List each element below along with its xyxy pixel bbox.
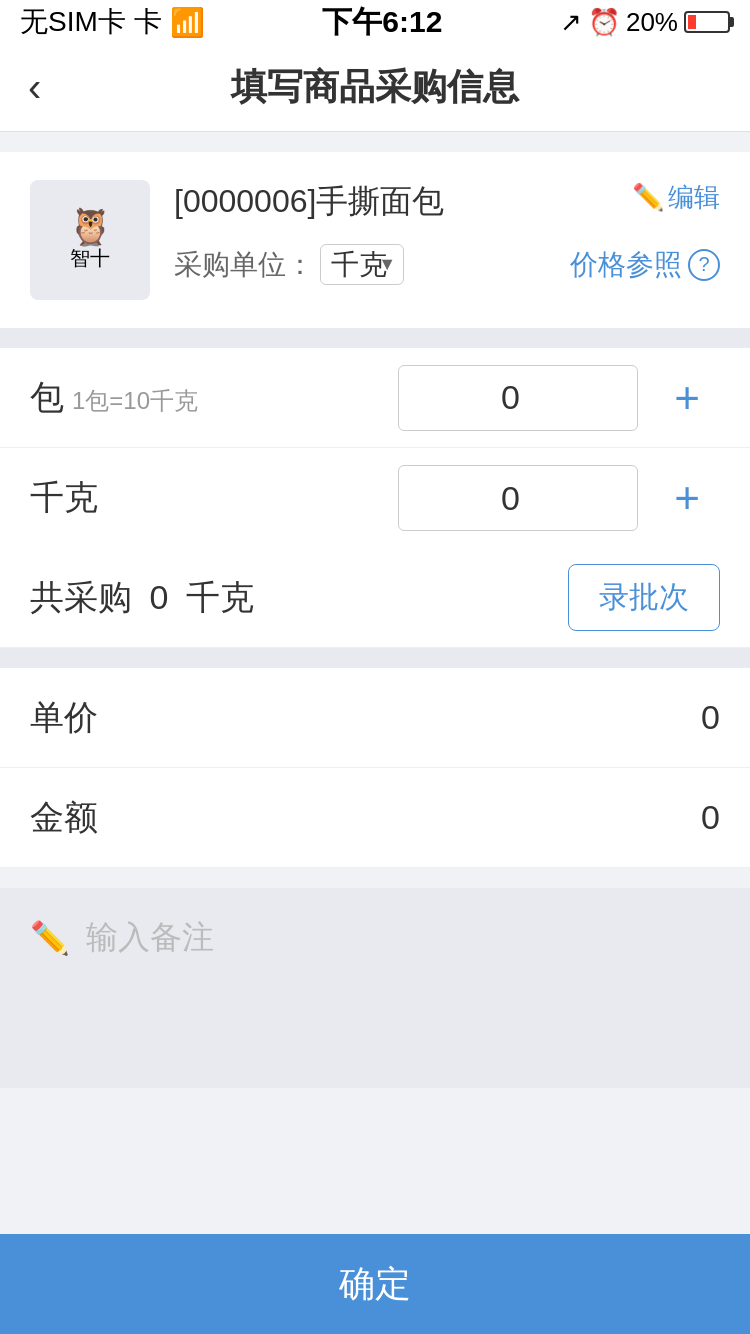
product-header: [0000006]手撕面包 ✏️ 编辑 bbox=[174, 180, 720, 224]
product-info: [0000006]手撕面包 ✏️ 编辑 采购单位： 千克 价格参照 ? bbox=[174, 180, 720, 285]
section-separator-1 bbox=[0, 328, 750, 348]
edit-icon: ✏️ bbox=[632, 182, 664, 213]
product-logo-icon: 🦉 bbox=[68, 209, 113, 245]
package-label: 包1包=10千克 bbox=[30, 375, 198, 421]
unit-select[interactable]: 千克 bbox=[320, 244, 404, 285]
bottom-spacer bbox=[0, 1088, 750, 1208]
amount-value: 0 bbox=[701, 798, 720, 837]
nav-bar: ‹ 填写商品采购信息 bbox=[0, 44, 750, 132]
location-icon: ↗ bbox=[560, 7, 582, 38]
battery-percentage: 20% bbox=[626, 7, 678, 38]
record-batch-button[interactable]: 录批次 bbox=[568, 564, 720, 631]
alarm-icon: ⏰ bbox=[588, 7, 620, 38]
package-plus-button[interactable]: + bbox=[654, 365, 720, 431]
product-card: 🦉 智十 [0000006]手撕面包 ✏️ 编辑 采购单位： 千克 价格参照 bbox=[0, 152, 750, 328]
pencil-icon: ✏️ bbox=[30, 919, 70, 957]
product-image: 🦉 智十 bbox=[30, 180, 150, 300]
total-amount: 0 bbox=[149, 578, 168, 616]
amount-row: 金额 0 bbox=[0, 768, 750, 868]
wifi-icon: 📶 bbox=[170, 6, 205, 39]
total-unit: 千克 bbox=[186, 578, 254, 616]
package-sublabel: 1包=10千克 bbox=[72, 387, 198, 414]
package-input-field: + bbox=[198, 365, 720, 431]
amount-label: 金额 bbox=[30, 795, 98, 841]
package-input-row: 包1包=10千克 + bbox=[0, 348, 750, 448]
package-number-input[interactable] bbox=[398, 365, 638, 431]
product-name: [0000006]手撕面包 bbox=[174, 180, 444, 224]
back-button[interactable]: ‹ bbox=[28, 65, 41, 110]
confirm-button-label: 确定 bbox=[339, 1260, 411, 1309]
section-separator-2 bbox=[0, 648, 750, 668]
kg-label: 千克 bbox=[30, 475, 170, 521]
edit-label: 编辑 bbox=[668, 180, 720, 215]
price-ref-label: 价格参照 bbox=[570, 246, 682, 284]
edit-button[interactable]: ✏️ 编辑 bbox=[632, 180, 720, 215]
remark-placeholder: 输入备注 bbox=[86, 916, 214, 960]
price-ref-icon: ? bbox=[688, 249, 720, 281]
kg-input-row: 千克 + bbox=[0, 448, 750, 548]
product-logo-text: 智十 bbox=[68, 245, 113, 272]
unit-prefix: 采购单位： bbox=[174, 246, 314, 284]
confirm-button[interactable]: 确定 bbox=[0, 1234, 750, 1334]
total-row: 共采购 0 千克 录批次 bbox=[0, 548, 750, 648]
input-section: 包1包=10千克 + 千克 + bbox=[0, 348, 750, 548]
remark-section[interactable]: ✏️ 输入备注 bbox=[0, 888, 750, 1088]
kg-plus-button[interactable]: + bbox=[654, 465, 720, 531]
price-value: 0 bbox=[701, 698, 720, 737]
price-label: 单价 bbox=[30, 695, 98, 741]
price-ref-button[interactable]: 价格参照 ? bbox=[570, 246, 720, 284]
status-left: 无SIM卡 卡 📶 bbox=[20, 3, 205, 41]
status-right: ↗ ⏰ 20% bbox=[560, 7, 730, 38]
remark-inner: ✏️ 输入备注 bbox=[30, 916, 720, 960]
product-unit-row: 采购单位： 千克 价格参照 ? bbox=[174, 244, 720, 285]
kg-input-field: + bbox=[170, 465, 720, 531]
unit-select-wrap[interactable]: 千克 bbox=[320, 244, 404, 285]
carrier-label: 无SIM卡 bbox=[20, 3, 126, 41]
sim-card-icon: 卡 bbox=[134, 3, 162, 41]
kg-number-input[interactable] bbox=[398, 465, 638, 531]
page-title: 填写商品采购信息 bbox=[231, 63, 519, 112]
price-row: 单价 0 bbox=[0, 668, 750, 768]
total-prefix: 共采购 bbox=[30, 578, 132, 616]
status-time: 下午6:12 bbox=[322, 2, 442, 43]
total-text: 共采购 0 千克 bbox=[30, 575, 254, 621]
status-bar: 无SIM卡 卡 📶 下午6:12 ↗ ⏰ 20% bbox=[0, 0, 750, 44]
battery-icon bbox=[684, 11, 730, 33]
